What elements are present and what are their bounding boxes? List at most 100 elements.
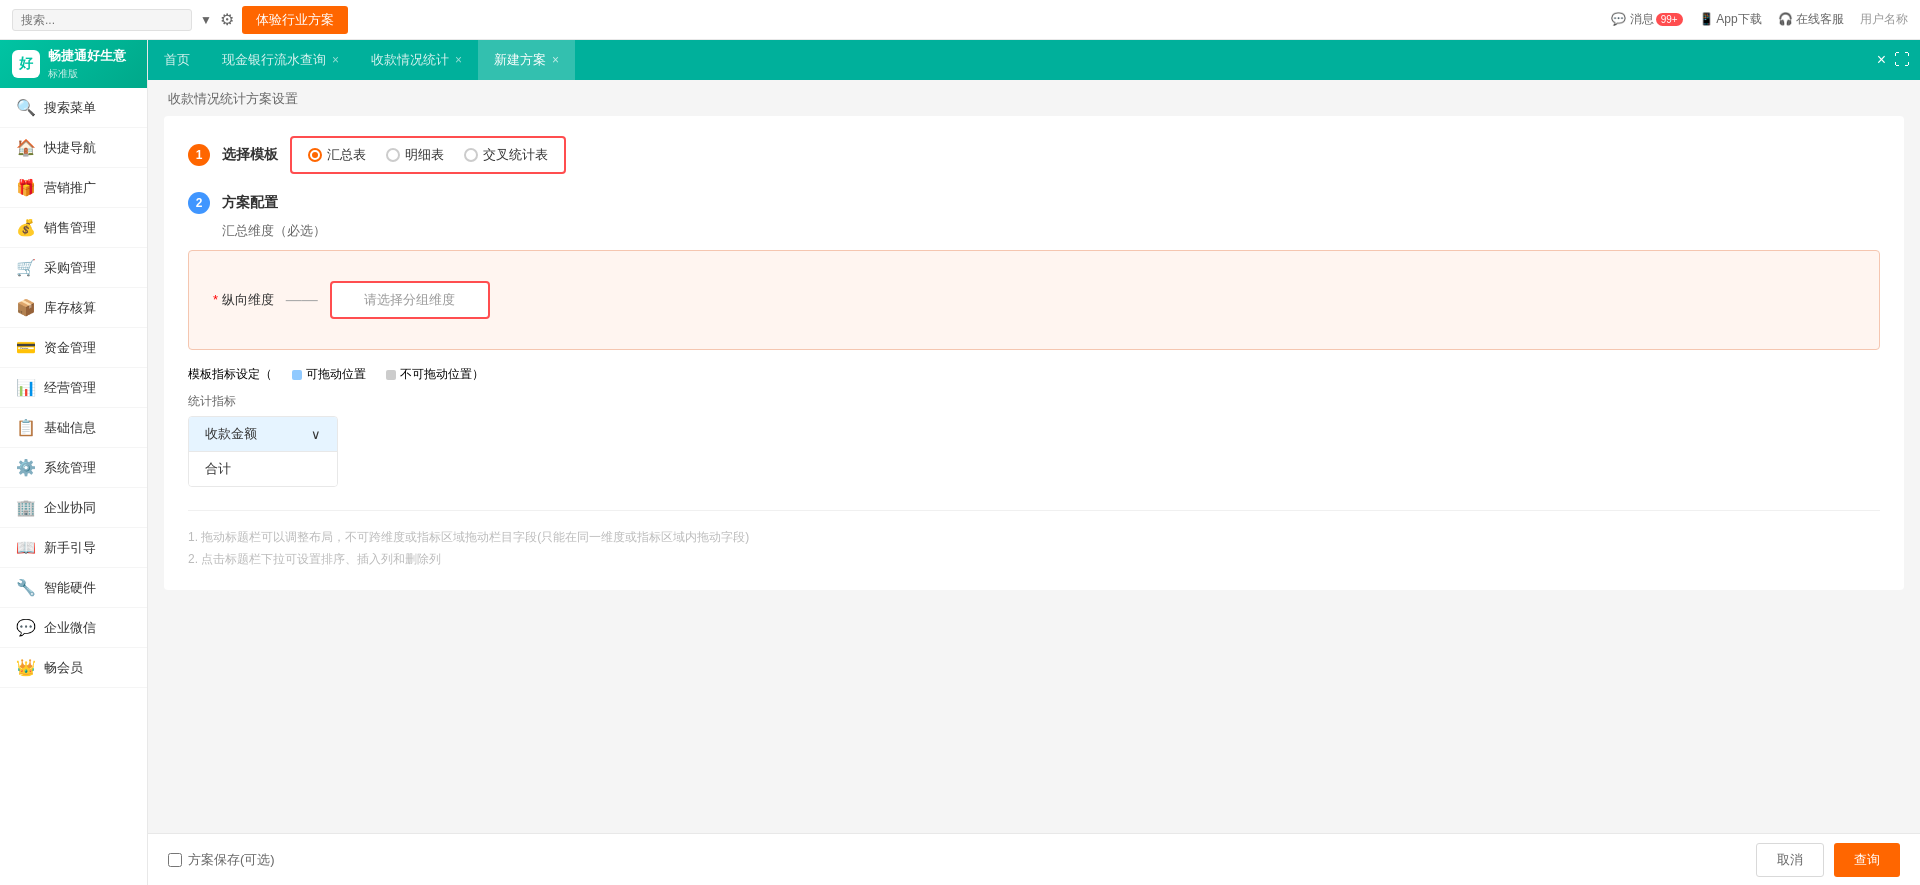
username: 用户名称 [1860,11,1908,28]
sidebar-item-label: 企业微信 [44,619,96,637]
radio-summary[interactable]: 汇总表 [308,146,366,164]
step1-badge: 1 [188,144,210,166]
query-button[interactable]: 查询 [1834,843,1900,877]
draggable-dot [292,370,302,380]
sidebar-item-label: 营销推广 [44,179,96,197]
radio-cross-label: 交叉统计表 [483,146,548,164]
search-menu-icon: 🔍 [16,98,36,117]
tab-bank-close[interactable]: × [332,53,339,67]
col-dropdown-icon[interactable]: ∨ [311,427,321,442]
sidebar-item-enterprise[interactable]: 🏢 企业协同 [0,488,147,528]
sidebar-item-basic[interactable]: 📋 基础信息 [0,408,147,448]
breadcrumb: 收款情况统计方案设置 [148,80,1920,116]
service-item[interactable]: 🎧 在线客服 [1778,11,1844,28]
sidebar-item-label: 系统管理 [44,459,96,477]
step1-row: 1 选择模板 汇总表 明细表 交叉统计表 [188,136,1880,174]
vertical-dim-label: * 纵向维度 [213,291,274,309]
indicator-table-header: 收款金额 ∨ [189,417,337,451]
summary-dim-label: 汇总维度（必选） [222,222,1880,240]
inventory-icon: 📦 [16,298,36,317]
col-header-label: 收款金额 [205,425,257,443]
system-icon: ⚙️ [16,458,36,477]
industry-btn[interactable]: 体验行业方案 [242,6,348,34]
top-bar-dropdown[interactable]: ▼ [200,13,212,27]
tab-new-plan-label: 新建方案 [494,51,546,69]
sidebar-item-search-menu[interactable]: 🔍 搜索菜单 [0,88,147,128]
search-input[interactable] [12,9,192,31]
top-bar-right: 💬 消息99+ 📱 App下载 🎧 在线客服 用户名称 [1611,11,1908,28]
tab-bank[interactable]: 现金银行流水查询 × [206,40,355,80]
tab-collection[interactable]: 收款情况统计 × [355,40,478,80]
tab-collection-close[interactable]: × [455,53,462,67]
template-radio-group: 汇总表 明细表 交叉统计表 [290,136,566,174]
sidebar-item-sales[interactable]: 💰 销售管理 [0,208,147,248]
non-draggable-dot [386,370,396,380]
marketing-icon: 🎁 [16,178,36,197]
tab-new-plan[interactable]: 新建方案 × [478,40,575,80]
sidebar-item-finance[interactable]: 💳 资金管理 [0,328,147,368]
sidebar-item-quick-nav[interactable]: 🏠 快捷导航 [0,128,147,168]
sidebar-item-label: 采购管理 [44,259,96,277]
non-draggable-label: 不可拖动位置） [400,366,484,383]
save-checkbox-row: 方案保存(可选) [168,851,275,869]
non-draggable-tag: 不可拖动位置） [386,366,484,383]
quick-nav-icon: 🏠 [16,138,36,157]
operation-icon: 📊 [16,378,36,397]
sidebar-item-label: 基础信息 [44,419,96,437]
msg-badge: 99+ [1656,13,1683,26]
gear-icon[interactable]: ⚙ [220,10,234,29]
sidebar-item-label: 库存核算 [44,299,96,317]
save-checkbox[interactable] [168,853,182,867]
logo-badge: 标准版 [48,67,126,81]
indicator-setting-label: 模板指标设定（ [188,366,272,383]
purchase-icon: 🛒 [16,258,36,277]
sidebar-item-marketing[interactable]: 🎁 营销推广 [0,168,147,208]
page-content: 收款情况统计方案设置 1 选择模板 汇总表 明细表 [148,80,1920,833]
guide-icon: 📖 [16,538,36,557]
tips-section: 1. 拖动标题栏可以调整布局，不可跨维度或指标区域拖动栏目字段(只能在同一维度或… [188,510,1880,570]
tip1: 1. 拖动标题栏可以调整布局，不可跨维度或指标区域拖动栏目字段(只能在同一维度或… [188,527,1880,549]
basic-icon: 📋 [16,418,36,437]
wechat-icon: 💬 [16,618,36,637]
sidebar-item-inventory[interactable]: 📦 库存核算 [0,288,147,328]
tab-home[interactable]: 首页 [148,40,206,80]
sidebar-item-hardware[interactable]: 🔧 智能硬件 [0,568,147,608]
sidebar-item-purchase[interactable]: 🛒 采购管理 [0,248,147,288]
sidebar-item-label: 资金管理 [44,339,96,357]
dimension-select[interactable]: 请选择分组维度 [330,281,490,319]
tab-bar-end: × ⛶ [1877,40,1920,80]
step1-title: 选择模板 [222,146,278,164]
sidebar-item-member[interactable]: 👑 畅会员 [0,648,147,688]
member-icon: 👑 [16,658,36,677]
radio-cross[interactable]: 交叉统计表 [464,146,548,164]
sidebar-item-guide[interactable]: 📖 新手引导 [0,528,147,568]
bottom-bar: 方案保存(可选) 取消 查询 [148,833,1920,885]
logo-title: 畅捷通好生意 [48,47,126,65]
tab-new-plan-close[interactable]: × [552,53,559,67]
sidebar-item-operation[interactable]: 📊 经营管理 [0,368,147,408]
msg-item[interactable]: 💬 消息99+ [1611,11,1682,28]
sidebar-item-label: 智能硬件 [44,579,96,597]
dimension-row: * 纵向维度 —— 请选择分组维度 [213,281,490,319]
radio-summary-circle [308,148,322,162]
main-layout: 好 畅捷通好生意 标准版 🔍 搜索菜单 🏠 快捷导航 🎁 营销推广 💰 销售管理… [0,40,1920,885]
dimension-area: * 纵向维度 —— 请选择分组维度 [188,250,1880,350]
sidebar-item-system[interactable]: ⚙️ 系统管理 [0,448,147,488]
draggable-label: 可拖动位置 [306,366,366,383]
hardware-icon: 🔧 [16,578,36,597]
radio-detail-circle [386,148,400,162]
tab-home-label: 首页 [164,51,190,69]
sidebar-logo: 好 畅捷通好生意 标准版 [0,40,147,88]
form-card: 1 选择模板 汇总表 明细表 交叉统计表 [164,116,1904,590]
download-item[interactable]: 📱 App下载 [1699,11,1762,28]
tab-expand[interactable]: ⛶ [1894,51,1910,69]
tab-close-all[interactable]: × [1877,51,1886,69]
top-bar: ▼ ⚙ 体验行业方案 💬 消息99+ 📱 App下载 🎧 在线客服 用户名称 [0,0,1920,40]
radio-cross-circle [464,148,478,162]
cancel-button[interactable]: 取消 [1756,843,1824,877]
indicator-table: 收款金额 ∨ 合计 [188,416,338,487]
dimension-arrow: —— [286,291,318,309]
sidebar-item-wechat[interactable]: 💬 企业微信 [0,608,147,648]
radio-detail[interactable]: 明细表 [386,146,444,164]
tab-bar: 首页 现金银行流水查询 × 收款情况统计 × 新建方案 × × ⛶ [148,40,1920,80]
